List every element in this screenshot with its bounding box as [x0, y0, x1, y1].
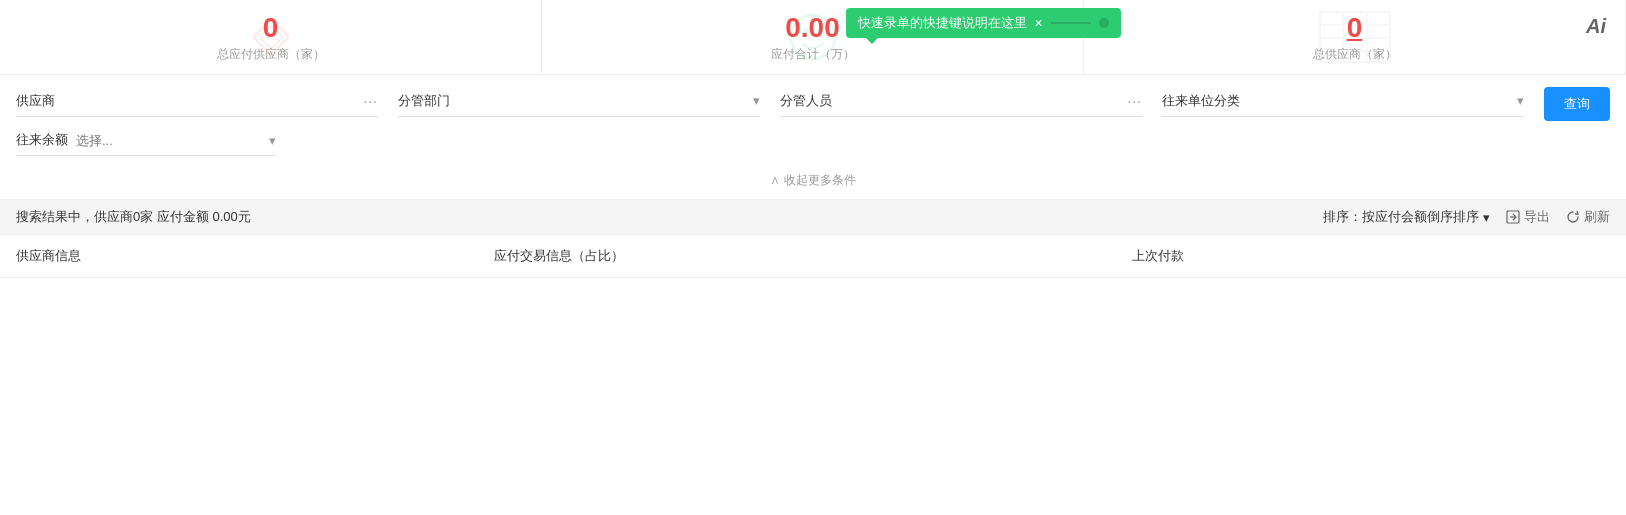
filter-person: 分管人员 ···: [780, 92, 1142, 117]
svg-point-4: [816, 28, 822, 34]
col-transaction-header: 应付交易信息（占比）: [494, 247, 1132, 265]
stat-total-payable-suppliers: 0 总应付供应商（家）: [0, 0, 542, 74]
filter-supplier: 供应商 ···: [16, 92, 378, 117]
sort-select[interactable]: 排序：按应付会额倒序排序 ▾: [1323, 208, 1490, 226]
refresh-icon: [1566, 210, 1580, 224]
person-input[interactable]: [840, 93, 1127, 108]
table-header: 供应商信息 应付交易信息（占比） 上次付款: [0, 235, 1626, 278]
table-body: [0, 278, 1626, 478]
svg-point-3: [802, 28, 808, 34]
filter-balance: 往来余额 ▾: [16, 131, 276, 156]
refresh-button[interactable]: 刷新: [1566, 208, 1610, 226]
query-button[interactable]: 查询: [1544, 87, 1610, 121]
sort-chevron: ▾: [1483, 210, 1490, 225]
filter-bar: 供应商 ··· 分管部门 ▾ 分管人员 ··· 往来单位分类 ▾ 查询 往来余额: [0, 75, 1626, 200]
filter-department: 分管部门 ▾: [398, 92, 760, 117]
balance-chevron[interactable]: ▾: [269, 133, 276, 148]
balance-label: 往来余额: [16, 131, 68, 149]
tooltip-line: [1051, 22, 1091, 24]
unit-label: 往来单位分类: [1162, 92, 1240, 110]
collapse-row: ∧ 收起更多条件: [16, 166, 1610, 199]
svg-rect-0: [253, 19, 288, 54]
results-actions: 排序：按应付会额倒序排序 ▾ 导出 刷新: [1323, 208, 1610, 226]
export-button[interactable]: 导出: [1506, 208, 1550, 226]
svg-rect-6: [1320, 12, 1390, 62]
balance-input[interactable]: [76, 133, 269, 148]
export-label: 导出: [1524, 208, 1550, 226]
export-icon: [1506, 210, 1520, 224]
person-dots-button[interactable]: ···: [1127, 93, 1142, 109]
filter-row-1: 供应商 ··· 分管部门 ▾ 分管人员 ··· 往来单位分类 ▾ 查询: [16, 87, 1610, 121]
col-supplier-header: 供应商信息: [16, 247, 494, 265]
col-payment-header: 上次付款: [1132, 247, 1610, 265]
tooltip-close-button[interactable]: ×: [1035, 16, 1043, 30]
sort-label: 排序：按应付会额倒序排序: [1323, 208, 1479, 226]
svg-point-2: [791, 15, 835, 59]
refresh-label: 刷新: [1584, 208, 1610, 226]
results-info: 搜索结果中，供应商0家 应付金额 0.00元: [16, 208, 251, 226]
svg-point-5: [810, 15, 815, 20]
tooltip-bubble: 快速录单的快捷键说明在这里 ×: [846, 8, 1121, 38]
supplier-input[interactable]: [63, 93, 363, 108]
collapse-button[interactable]: ∧ 收起更多条件: [770, 172, 855, 189]
supplier-label: 供应商: [16, 92, 55, 110]
filter-unit: 往来单位分类 ▾: [1162, 92, 1524, 117]
tooltip-text: 快速录单的快捷键说明在这里: [858, 14, 1027, 32]
supplier-dots-button[interactable]: ···: [363, 93, 378, 109]
stats-bar: 0 总应付供应商（家） 0.00 应付合计（万） 0 总供应商（家） 快速录单: [0, 0, 1626, 75]
stat-total-suppliers: 0 总供应商（家）: [1084, 0, 1626, 74]
ai-badge: Ai: [1586, 15, 1606, 38]
results-bar: 搜索结果中，供应商0家 应付金额 0.00元 排序：按应付会额倒序排序 ▾ 导出…: [0, 200, 1626, 235]
person-label: 分管人员: [780, 92, 832, 110]
department-input[interactable]: [458, 93, 753, 108]
filter-row-2: 往来余额 ▾: [16, 131, 1610, 156]
tooltip-dot: [1099, 18, 1109, 28]
unit-input[interactable]: [1248, 93, 1517, 108]
department-label: 分管部门: [398, 92, 450, 110]
department-chevron[interactable]: ▾: [753, 93, 760, 108]
unit-chevron[interactable]: ▾: [1517, 93, 1524, 108]
